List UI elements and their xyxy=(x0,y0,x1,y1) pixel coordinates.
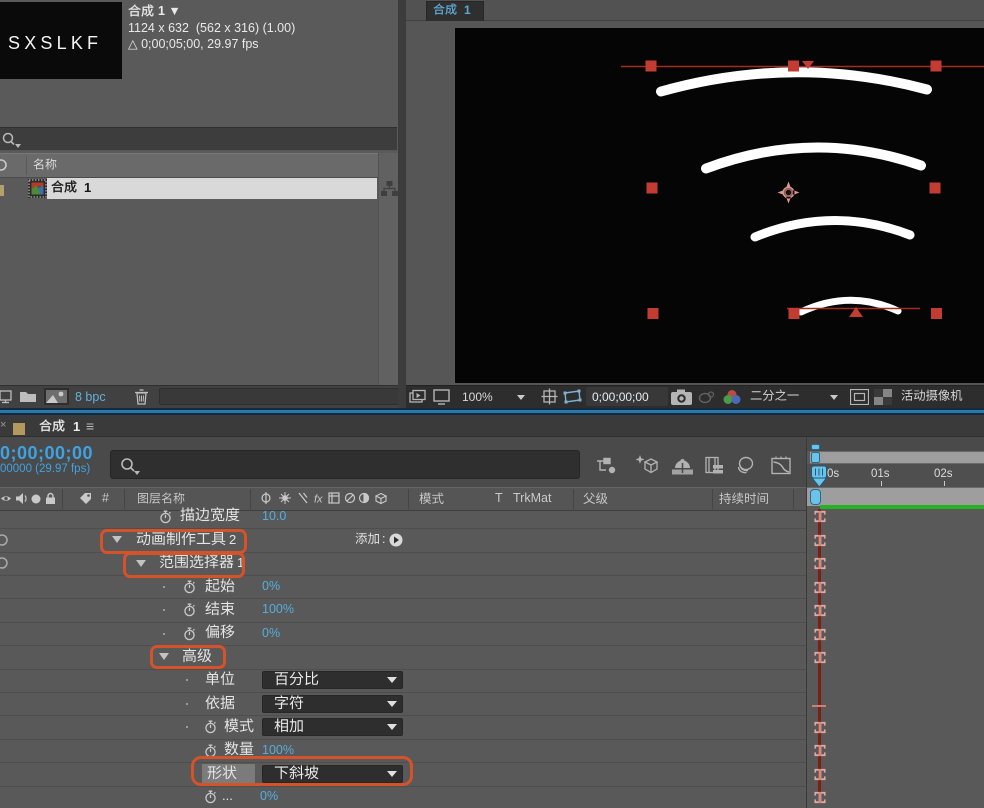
svg-text:fx: fx xyxy=(314,494,323,506)
